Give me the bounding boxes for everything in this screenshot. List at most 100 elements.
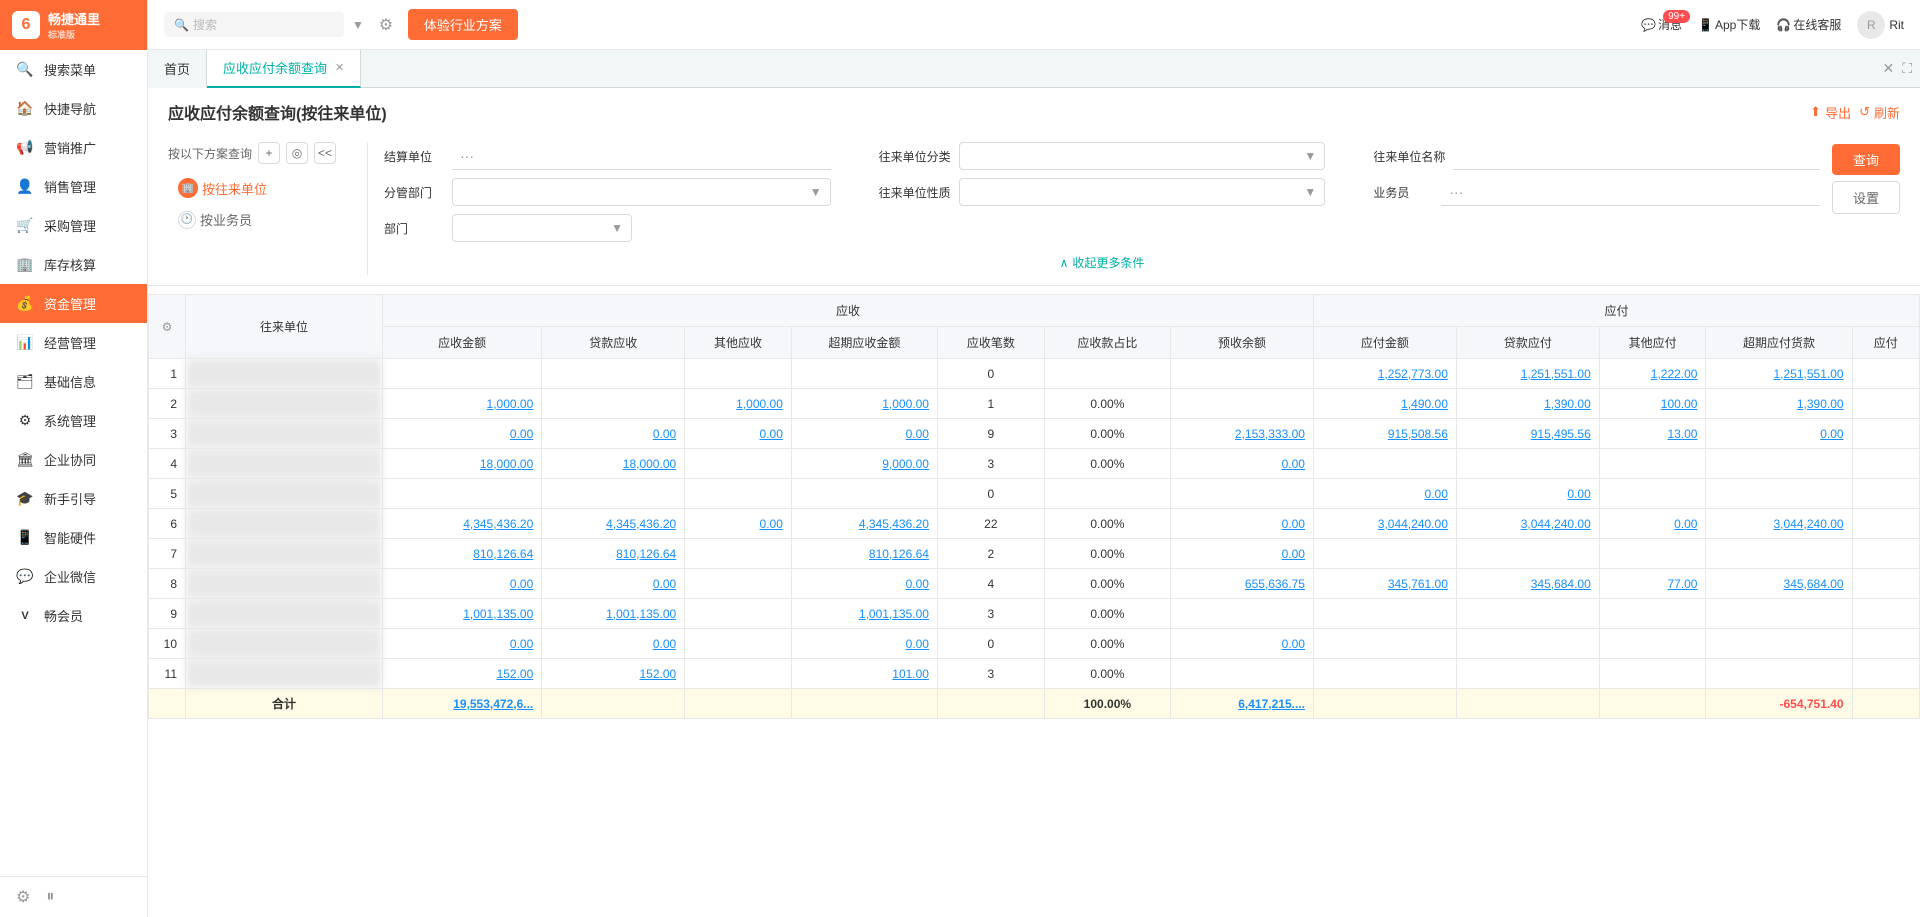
- filter-department: 部门 ▼: [384, 214, 1820, 242]
- settlement-dots-icon: ···: [460, 148, 474, 164]
- department-select[interactable]: ▼: [452, 214, 632, 242]
- sidebar-item-smarthw[interactable]: 📱 智能硬件: [0, 518, 147, 557]
- search-icon-top: 🔍: [174, 18, 189, 32]
- total-label: 合计: [186, 689, 383, 719]
- total-ar-amount[interactable]: 19,553,472,6...: [382, 689, 541, 719]
- settings-bottom-icon[interactable]: ⚙: [16, 887, 30, 907]
- sidebar-item-enterprise[interactable]: 🏛 企业协同: [0, 440, 147, 479]
- topbar-dropdown-arrow[interactable]: ▼: [352, 18, 364, 32]
- sidebar-item-basic[interactable]: 🗂 基础信息: [0, 362, 147, 401]
- table-scroll[interactable]: ⚙ 往来单位 应收 应付 应收金额 贷款应收 其他应收 超期应收金额 应收笔数: [148, 294, 1920, 719]
- sidebar-item-operation[interactable]: 📊 经营管理: [0, 323, 147, 362]
- table-row: 8企业名称0.000.000.0040.00%655,636.75345,761…: [149, 569, 1920, 599]
- sidebar-item-search[interactable]: 🔍 搜索菜单: [0, 50, 147, 89]
- refresh-button[interactable]: ↺ 刷新: [1859, 103, 1900, 122]
- filter-by-partner[interactable]: 🏢 按往来单位: [168, 174, 355, 202]
- topbar-gear-icon[interactable]: ⚙: [372, 11, 400, 39]
- sidebar-logo: 6 畅捷通里 标准版: [0, 0, 147, 50]
- sidebar-item-warehouse[interactable]: 🏢 库存核算: [0, 245, 147, 284]
- filter-settlement-unit: 结算单位 ···: [384, 142, 831, 170]
- marketing-icon: 📢: [16, 139, 34, 157]
- set-button[interactable]: 设置: [1832, 181, 1900, 214]
- settlement-unit-input[interactable]: ···: [452, 142, 831, 170]
- total-ar-prepay[interactable]: 6,417,215....: [1171, 689, 1314, 719]
- collapse-more-btn[interactable]: ∧ 收起更多条件: [384, 250, 1820, 275]
- enterprise-icon: 🏛: [16, 451, 34, 469]
- sidebar-item-capital[interactable]: 💰 资金管理: [0, 284, 147, 323]
- filter-salesperson: 业务员 ···: [1373, 178, 1820, 206]
- salesperson-input[interactable]: ···: [1441, 178, 1820, 206]
- th-ar-count: 应收笔数: [937, 327, 1044, 359]
- fullscreen-icon[interactable]: ⛶: [1902, 60, 1912, 77]
- user-info[interactable]: R Rit: [1857, 11, 1904, 39]
- th-payable-group: 应付: [1313, 295, 1919, 327]
- export-button[interactable]: ⬆ 导出: [1810, 103, 1851, 122]
- filter-settings-icon[interactable]: ◎: [286, 142, 308, 164]
- th-ar-other: 其他应收: [685, 327, 792, 359]
- page-header: 应收应付余额查询(按往来单位) ⬆ 导出 ↺ 刷新: [148, 88, 1920, 132]
- total-row: 合计 19,553,472,6... 100.00% 6,417,215....: [149, 689, 1920, 719]
- message-icon: 💬: [1641, 18, 1656, 32]
- main-content: 应收应付余额查询(按往来单位) ⬆ 导出 ↺ 刷新 按以下方案查询: [148, 88, 1920, 917]
- close-window-icon[interactable]: ✕: [1882, 60, 1894, 77]
- tab-home[interactable]: 首页: [148, 50, 207, 88]
- sidebar-bottom: ⚙ ⏸: [0, 876, 147, 917]
- filter-by-salesperson[interactable]: 🕐 按业务员: [168, 206, 355, 233]
- tab-close-icon[interactable]: ✕: [335, 61, 344, 74]
- page-title: 应收应付余额查询(按往来单位): [168, 100, 387, 124]
- dept-manager-select[interactable]: ▼: [452, 178, 831, 206]
- table-row: 1企业名称01,252,773.001,251,551.001,222.001,…: [149, 359, 1920, 389]
- collapse-sidebar-icon[interactable]: ⏸: [46, 888, 54, 906]
- sidebar-item-purchase[interactable]: 🛒 采购管理: [0, 206, 147, 245]
- th-ar-amount: 应收金额: [382, 327, 541, 359]
- sidebar-item-newbie[interactable]: 🎓 新手引导: [0, 479, 147, 518]
- tabbar-right: ✕ ⛶: [1882, 60, 1920, 77]
- table-row: 5企业名称00.000.00: [149, 479, 1920, 509]
- table-row: 7企业名称810,126.64810,126.64810,126.6420.00…: [149, 539, 1920, 569]
- table-container: ⚙ 往来单位 应收 应付 应收金额 贷款应收 其他应收 超期应收金额 应收笔数: [148, 294, 1920, 719]
- table-row: 4企业名称18,000.0018,000.009,000.0030.00%0.0…: [149, 449, 1920, 479]
- sidebar-item-member[interactable]: V 畅会员: [0, 596, 147, 635]
- filter-method-label: 按以下方案查询: [168, 145, 252, 162]
- th-partner: 往来单位: [186, 295, 383, 359]
- online-service-action[interactable]: 🎧 在线客服: [1776, 16, 1841, 33]
- purchase-icon: 🛒: [16, 217, 34, 235]
- partner-category-select[interactable]: ▼: [959, 142, 1326, 170]
- add-filter-icon[interactable]: +: [258, 142, 280, 164]
- filter-arrow-icon[interactable]: <<: [314, 142, 336, 164]
- table-settings-icon[interactable]: ⚙: [157, 317, 177, 337]
- tab-ar-ap-query[interactable]: 应收应付余额查询 ✕: [207, 50, 361, 88]
- partner-nature-select[interactable]: ▼: [959, 178, 1326, 206]
- th-ar-ratio: 应收款占比: [1044, 327, 1170, 359]
- operation-icon: 📊: [16, 334, 34, 352]
- page-container: 应收应付余额查询(按往来单位) ⬆ 导出 ↺ 刷新 按以下方案查询: [148, 88, 1920, 917]
- filter-row-3: 部门 ▼: [384, 214, 1820, 242]
- category-arrow-icon: ▼: [1304, 149, 1316, 163]
- logo-text: 畅捷通里 标准版: [48, 9, 100, 41]
- sidebar-item-sales[interactable]: 👤 销售管理: [0, 167, 147, 206]
- filter-row-1: 结算单位 ··· 往来单位分类 ▼: [384, 142, 1820, 170]
- partner-name-input[interactable]: [1453, 142, 1820, 170]
- sidebar-item-marketing[interactable]: 📢 营销推广: [0, 128, 147, 167]
- topbar-search-box[interactable]: 🔍 搜索: [164, 12, 344, 37]
- sidebar-item-quicknav[interactable]: 🏠 快捷导航: [0, 89, 147, 128]
- app-download-action[interactable]: 📱 App下载: [1698, 16, 1760, 33]
- trial-button[interactable]: 体验行业方案: [408, 9, 518, 40]
- basic-icon: 🗂: [16, 373, 34, 391]
- sidebar-item-wechat[interactable]: 💬 企业微信: [0, 557, 147, 596]
- action-buttons: 查询 设置: [1832, 142, 1900, 214]
- smarthw-icon: 📱: [16, 529, 34, 547]
- filter-partner-name: 往来单位名称: [1373, 142, 1820, 170]
- capital-icon: 💰: [16, 295, 34, 313]
- member-icon: V: [16, 607, 34, 625]
- sidebar-item-system[interactable]: ⚙ 系统管理: [0, 401, 147, 440]
- filter-partner-nature: 往来单位性质 ▼: [879, 178, 1326, 206]
- filter-fields-section: 结算单位 ··· 往来单位分类 ▼: [368, 142, 1900, 275]
- salesperson-dots-icon: ···: [1449, 184, 1463, 200]
- table-row: 3企业名称0.000.000.000.0090.00%2,153,333.009…: [149, 419, 1920, 449]
- topbar-right: 💬 消息 99+ 📱 App下载 🎧 在线客服 R Rit: [1641, 11, 1904, 39]
- avatar: R: [1857, 11, 1885, 39]
- message-action[interactable]: 💬 消息 99+: [1641, 16, 1682, 33]
- query-button[interactable]: 查询: [1832, 144, 1900, 175]
- sidebar: 6 畅捷通里 标准版 🔍 搜索菜单 🏠 快捷导航 📢 营销推广 👤 销售管理 🛒…: [0, 0, 148, 917]
